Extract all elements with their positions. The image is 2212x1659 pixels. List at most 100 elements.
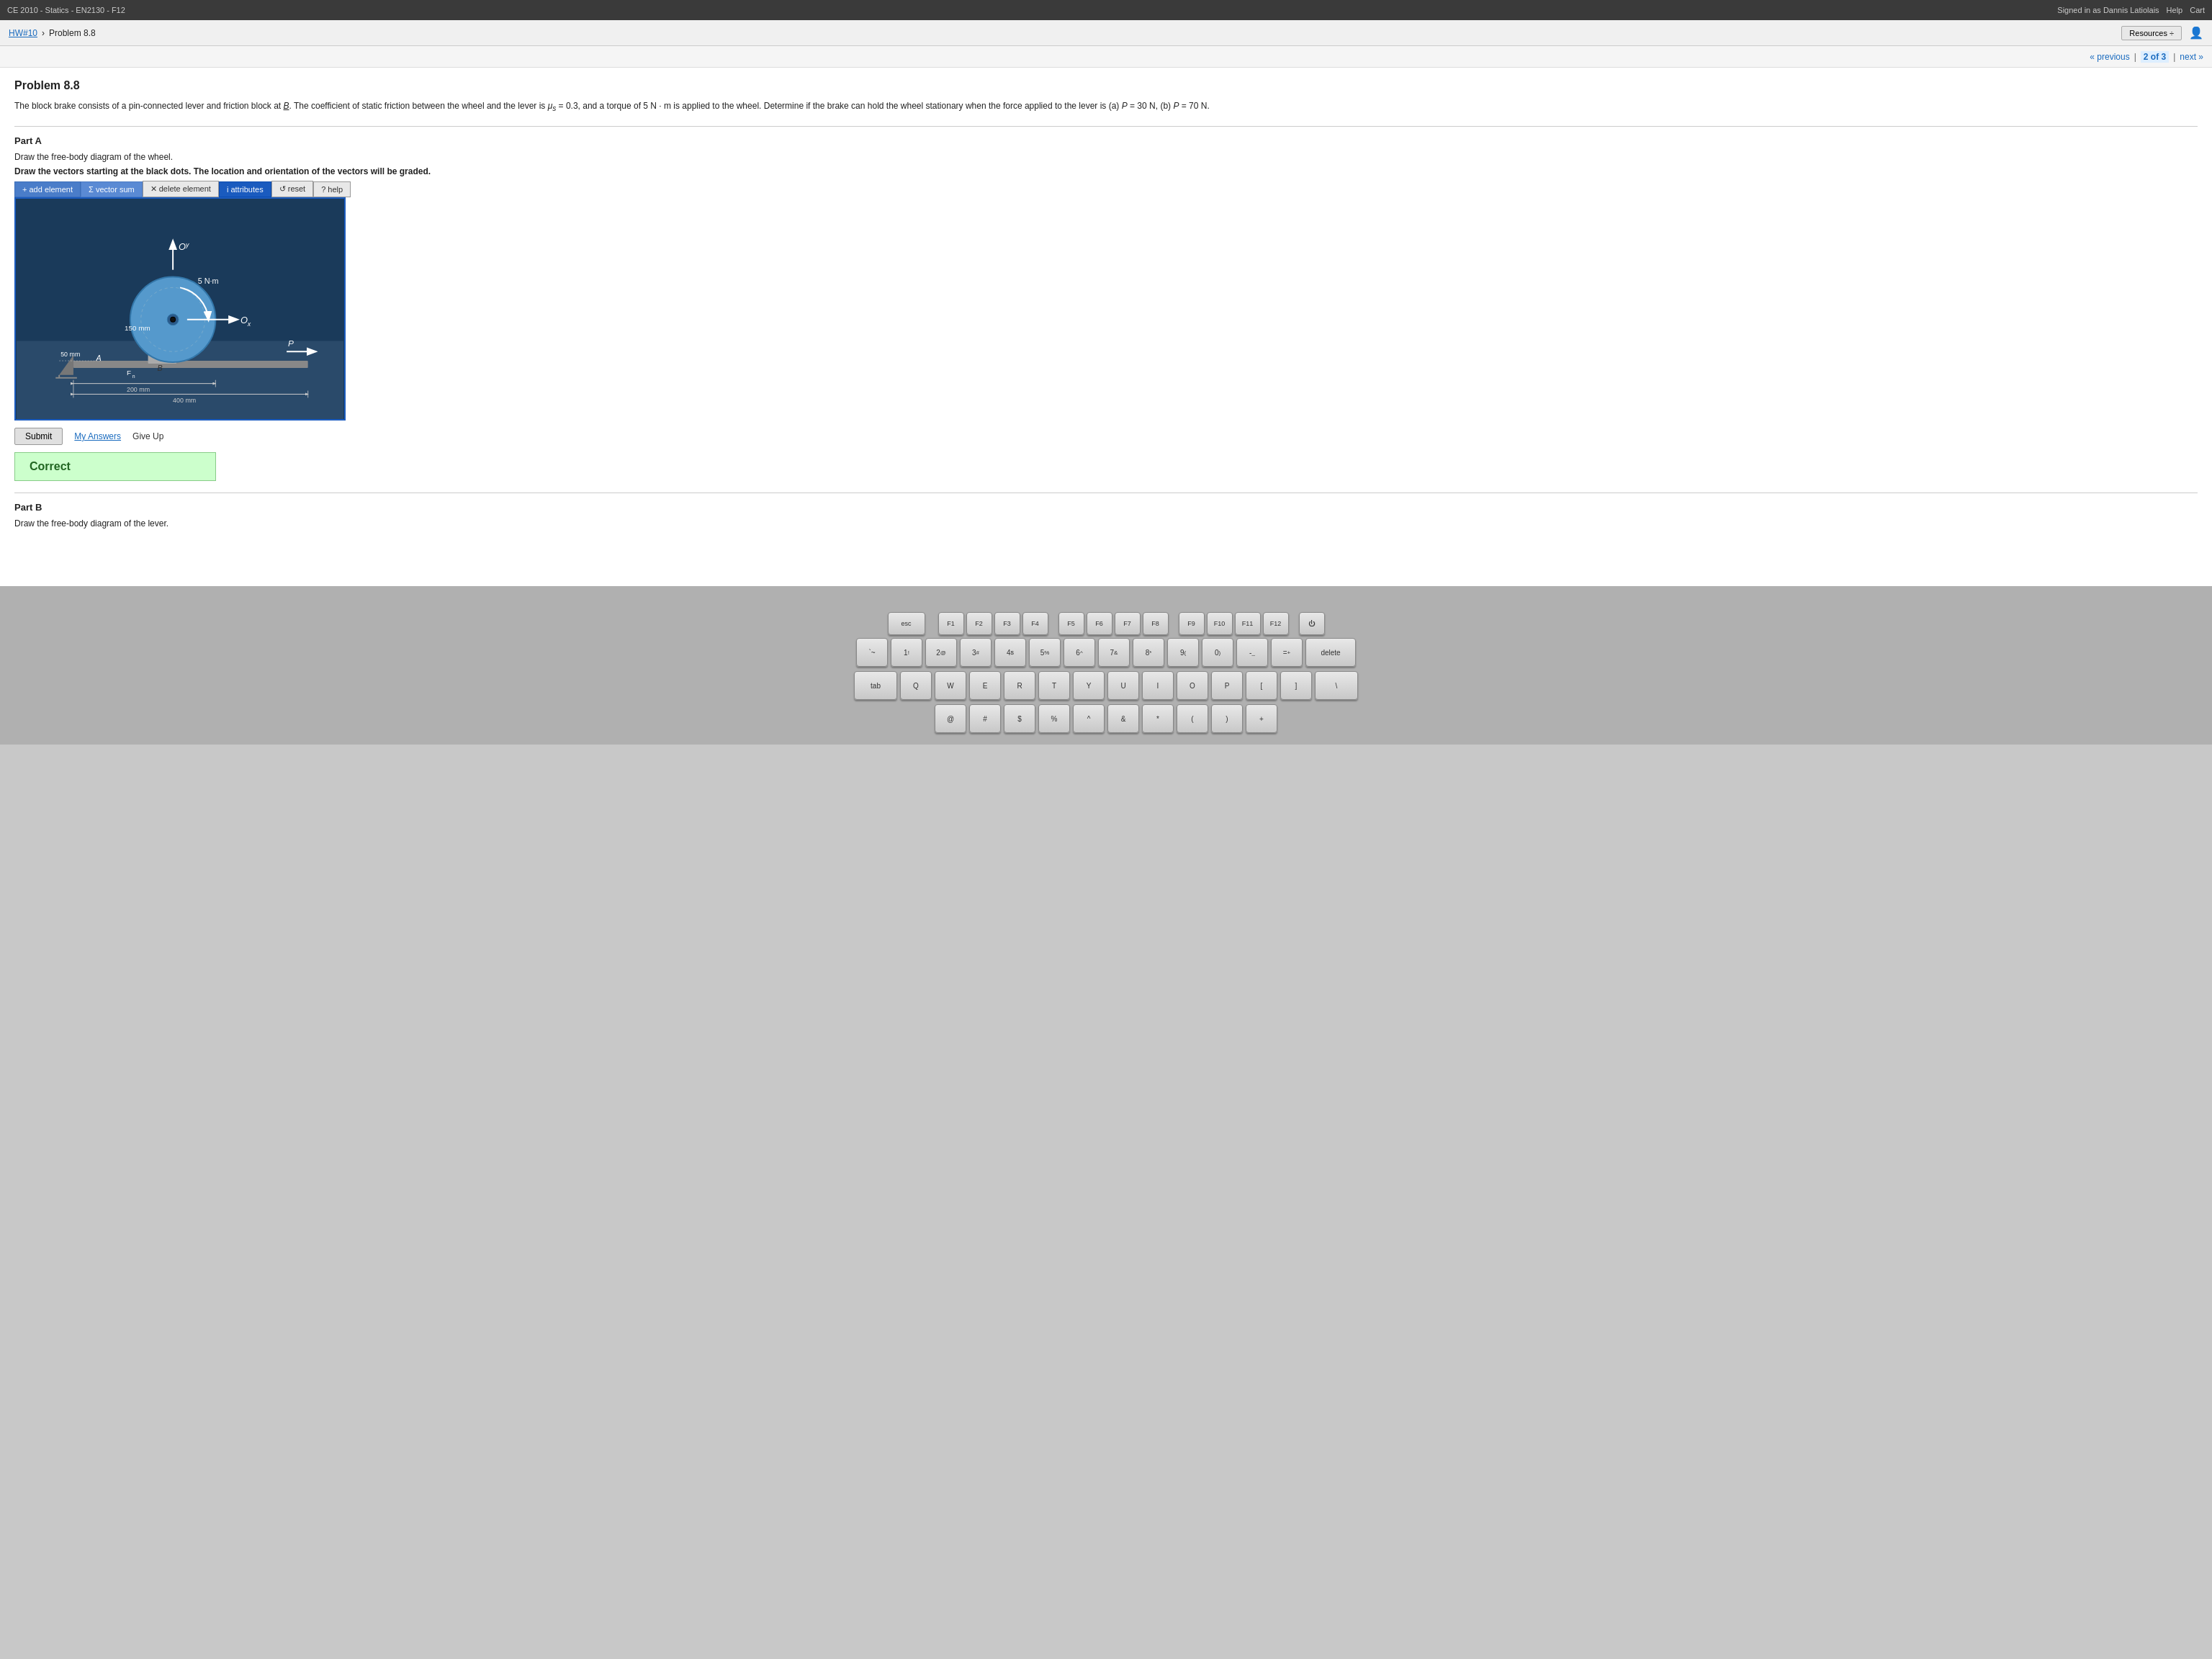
1-key[interactable]: 1! [891, 638, 922, 667]
nav-bar: « previous | 2 of 3 | next » [0, 46, 2212, 68]
submit-area: Submit My Answers Give Up [14, 428, 2198, 445]
svg-text:150 mm: 150 mm [125, 324, 150, 332]
f5-key[interactable]: F5 [1058, 612, 1084, 635]
bracket-left-key[interactable]: [ [1246, 671, 1277, 700]
power-key[interactable]: ⏻ [1299, 612, 1325, 635]
f7-key[interactable]: F7 [1115, 612, 1141, 635]
diagram-svg: O y O x 5 N·m 150 mm P B A 50 mm [16, 199, 344, 419]
at-key[interactable]: @ [935, 704, 966, 733]
t-key[interactable]: T [1038, 671, 1070, 700]
my-answers-link[interactable]: My Answers [74, 431, 121, 441]
p-key[interactable]: P [1211, 671, 1243, 700]
diagram-container[interactable]: O y O x 5 N·m 150 mm P B A 50 mm [14, 197, 346, 421]
f3-key[interactable]: F3 [994, 612, 1020, 635]
9-key[interactable]: 9( [1167, 638, 1199, 667]
breadcrumb-right: Resources ÷ 👤 [2121, 26, 2203, 40]
backtick-key[interactable]: `~ [856, 638, 888, 667]
f11-key[interactable]: F11 [1235, 612, 1261, 635]
f9-key[interactable]: F9 [1179, 612, 1205, 635]
nav-separator-2: | [2173, 52, 2175, 62]
hash-key[interactable]: # [969, 704, 1001, 733]
f2-key[interactable]: F2 [966, 612, 992, 635]
f1-key[interactable]: F1 [938, 612, 964, 635]
cart-link[interactable]: Cart [2190, 6, 2205, 14]
key-row-bottom: @ # $ % ^ & * ( ) + [935, 704, 1277, 733]
next-link[interactable]: next » [2180, 52, 2203, 62]
current-page: 2 of 3 [2141, 51, 2169, 63]
y-key[interactable]: Y [1073, 671, 1105, 700]
6-key[interactable]: 6^ [1064, 638, 1095, 667]
q-key[interactable]: Q [900, 671, 932, 700]
rparen-key[interactable]: ) [1211, 704, 1243, 733]
hw-link[interactable]: HW#10 [9, 28, 37, 38]
r-key[interactable]: R [1004, 671, 1035, 700]
esc-key[interactable]: esc [888, 612, 925, 635]
divider-1 [14, 126, 2198, 127]
svg-text:200 mm: 200 mm [127, 387, 150, 394]
2-key[interactable]: 2@ [925, 638, 957, 667]
delete-element-button[interactable]: ✕ delete element [143, 181, 219, 197]
u-key[interactable]: U [1107, 671, 1139, 700]
part-a-instruction1: Draw the free-body diagram of the wheel. [14, 152, 2198, 162]
dollar-key[interactable]: $ [1004, 704, 1035, 733]
reset-button[interactable]: ↺ reset [271, 181, 314, 197]
bracket-right-key[interactable]: ] [1280, 671, 1312, 700]
help-button[interactable]: ? help [313, 181, 351, 197]
svg-text:y: y [185, 242, 189, 249]
3-key[interactable]: 3# [960, 638, 992, 667]
o-key[interactable]: O [1177, 671, 1208, 700]
breadcrumb-separator: › [42, 28, 45, 38]
problem-title: Problem 8.8 [14, 79, 2198, 92]
svg-text:P: P [288, 339, 294, 349]
svg-text:O: O [179, 241, 186, 252]
f6-key[interactable]: F6 [1087, 612, 1112, 635]
w-key[interactable]: W [935, 671, 966, 700]
f4-key[interactable]: F4 [1022, 612, 1048, 635]
part-b-heading: Part B [14, 502, 2198, 513]
resources-button[interactable]: Resources ÷ [2121, 26, 2182, 40]
f8-key[interactable]: F8 [1143, 612, 1169, 635]
svg-text:5 N·m: 5 N·m [198, 277, 219, 286]
0-key[interactable]: 0) [1202, 638, 1233, 667]
percent-key[interactable]: % [1038, 704, 1070, 733]
submit-button[interactable]: Submit [14, 428, 63, 445]
backslash-key[interactable]: \ [1315, 671, 1358, 700]
minus-key[interactable]: -_ [1236, 638, 1268, 667]
7-key[interactable]: 7& [1098, 638, 1130, 667]
main-content: Problem 8.8 The block brake consists of … [0, 68, 2212, 586]
breadcrumb-left: HW#10 › Problem 8.8 [9, 28, 96, 38]
lparen-key[interactable]: ( [1177, 704, 1208, 733]
help-link[interactable]: Help [2167, 6, 2183, 14]
i-key[interactable]: I [1142, 671, 1174, 700]
e-key[interactable]: E [969, 671, 1001, 700]
attributes-button[interactable]: i attributes [219, 181, 271, 197]
8-key[interactable]: 8* [1133, 638, 1164, 667]
amp-key[interactable]: & [1107, 704, 1139, 733]
previous-link[interactable]: « previous [2090, 52, 2129, 62]
svg-text:A: A [96, 354, 102, 362]
correct-badge: Correct [14, 452, 216, 481]
5-key[interactable]: 5% [1029, 638, 1061, 667]
svg-text:O: O [240, 315, 248, 325]
f10-key[interactable]: F10 [1207, 612, 1233, 635]
f12-key[interactable]: F12 [1263, 612, 1289, 635]
caret-key[interactable]: ^ [1073, 704, 1105, 733]
star-key[interactable]: * [1142, 704, 1174, 733]
user-icon: 👤 [2189, 26, 2203, 40]
add-element-button[interactable]: + add element [14, 181, 81, 197]
part-b-instruction: Draw the free-body diagram of the lever. [14, 518, 2198, 529]
breadcrumb-bar: HW#10 › Problem 8.8 Resources ÷ 👤 [0, 20, 2212, 46]
vector-sum-button[interactable]: Σ vector sum [81, 181, 143, 197]
nav-separator-1: | [2134, 52, 2136, 62]
4-key[interactable]: 4$ [994, 638, 1026, 667]
plus-key[interactable]: + [1246, 704, 1277, 733]
nav-bar-right: « previous | 2 of 3 | next » [2090, 51, 2203, 63]
give-up-link[interactable]: Give Up [132, 431, 163, 441]
equals-key[interactable]: =+ [1271, 638, 1303, 667]
tab-key[interactable]: tab [854, 671, 897, 700]
svg-text:n: n [132, 374, 135, 379]
delete-key[interactable]: delete [1305, 638, 1356, 667]
signed-in-text: Signed in as Dannis Latiolais [2057, 6, 2159, 14]
problem-breadcrumb: Problem 8.8 [49, 28, 96, 38]
keyboard-area: esc F1 F2 F3 F4 F5 F6 F7 F8 F9 F10 F11 F… [0, 586, 2212, 745]
